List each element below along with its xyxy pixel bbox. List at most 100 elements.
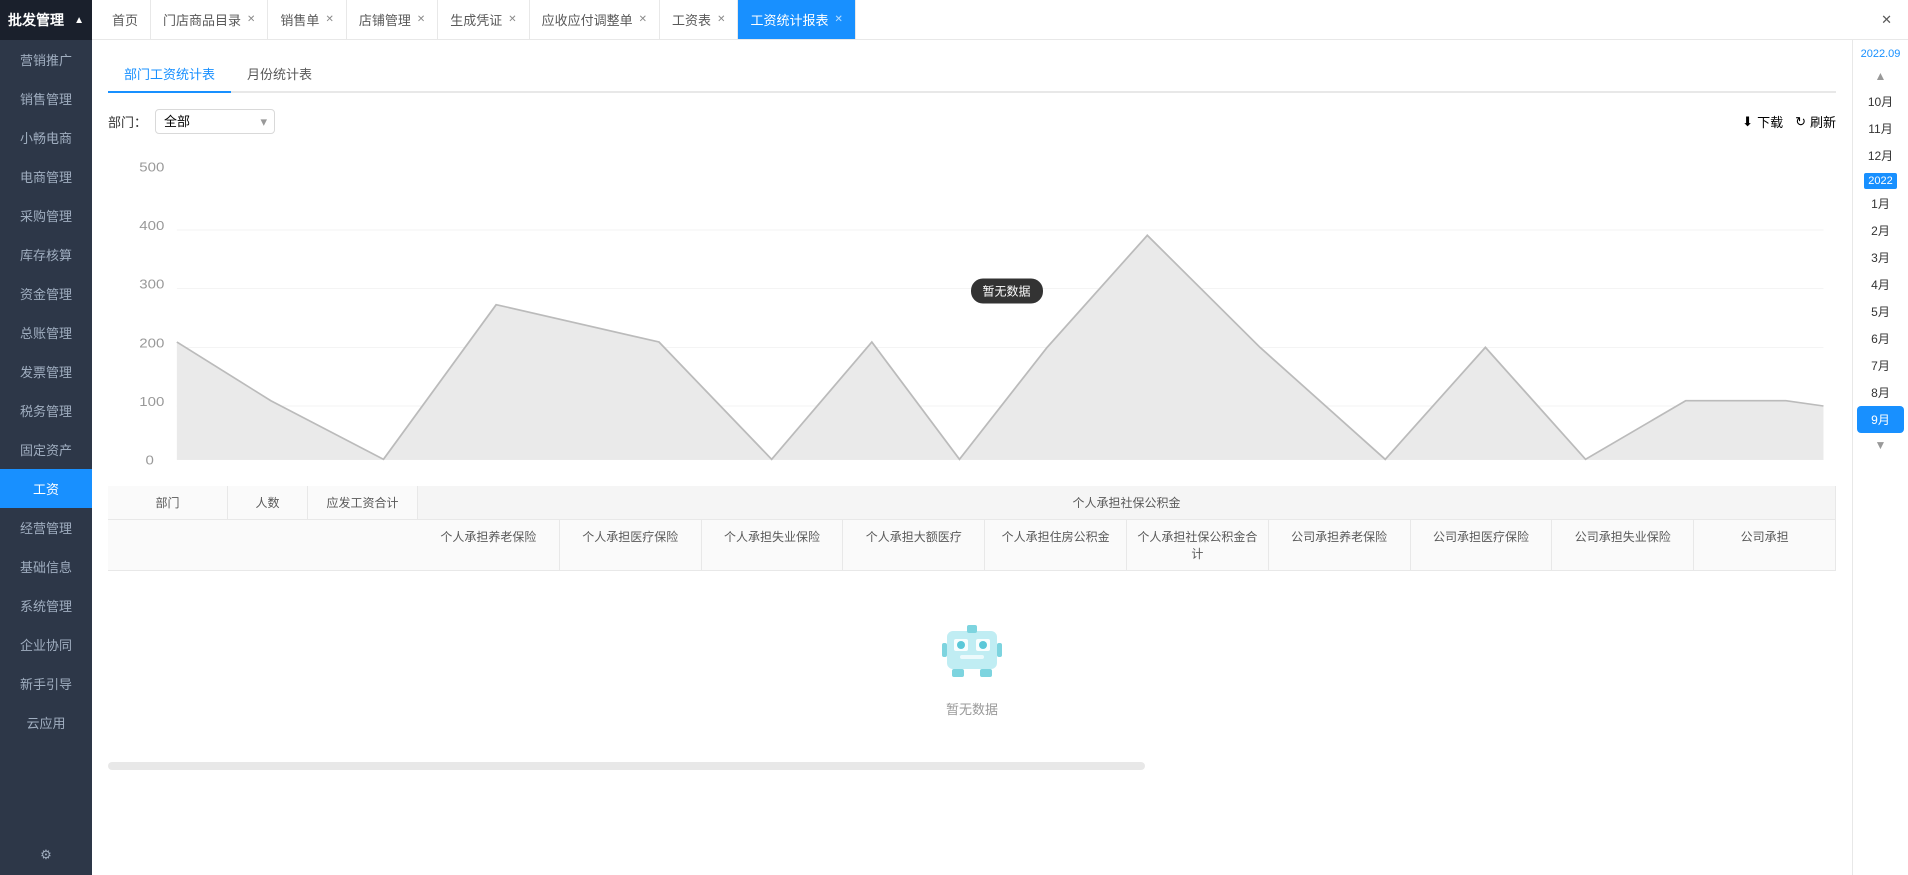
refresh-label: 刷新 [1810,112,1836,131]
sidebar-item-经营管理[interactable]: 经营管理 [0,508,92,547]
sub-col-3: 个人承担大额医疗 [843,520,985,570]
sidebar-item-基础信息[interactable]: 基础信息 [0,547,92,586]
tab-close-店铺管理[interactable]: ✕ [417,14,425,25]
refresh-icon: ↻ [1795,114,1806,130]
tab-生成凭证[interactable]: 生成凭证✕ [438,0,529,40]
main-content: 部门工资统计表 月份统计表 部门： 全部 ⬇ 下载 [92,40,1852,875]
sidebar-item-电商管理[interactable]: 电商管理 [0,157,92,196]
next-year-arrow[interactable]: ▼ [1869,433,1893,457]
content-area: 部门工资统计表 月份统计表 部门： 全部 ⬇ 下载 [92,40,1908,875]
horizontal-scrollbar[interactable] [108,762,1145,770]
col-group-personal: 个人承担社保公积金 [418,486,1836,519]
prev-year-arrow[interactable]: ▲ [1869,64,1893,88]
tab-店铺管理[interactable]: 店铺管理✕ [347,0,438,40]
sidebar-title: 批发管理 [8,10,64,30]
month-6[interactable]: 6月 [1853,325,1908,352]
svg-text:500: 500 [139,159,164,174]
col-count: 人数 [228,486,308,519]
tab-销售单[interactable]: 销售单✕ [268,0,346,40]
download-icon: ⬇ [1742,114,1753,130]
sidebar-item-资金管理[interactable]: 资金管理 [0,274,92,313]
sidebar: 批发管理 ▲ 营销推广销售管理小畅电商电商管理采购管理库存核算资金管理总账管理发… [0,0,92,875]
toolbar: 部门： 全部 [108,109,275,134]
month-1[interactable]: 1月 [1853,190,1908,217]
sidebar-item-云应用[interactable]: 云应用 [0,703,92,742]
tab-close-销售单[interactable]: ✕ [325,14,333,25]
sidebar-item-发票管理[interactable]: 发票管理 [0,352,92,391]
main-area: 首页门店商品目录✕销售单✕店铺管理✕生成凭证✕应收应付调整单✕工资表✕工资统计报… [92,0,1908,875]
tab-close-工资统计报表[interactable]: ✕ [834,14,842,25]
sidebar-header[interactable]: 批发管理 ▲ [0,0,92,40]
month-5[interactable]: 5月 [1853,298,1908,325]
download-label: 下载 [1757,112,1783,131]
month-2[interactable]: 2月 [1853,217,1908,244]
sidebar-item-新手引导[interactable]: 新手引导 [0,664,92,703]
settings-button[interactable]: ⚙ [0,835,92,875]
no-data-text: 暂无数据 [946,699,998,718]
tab-close-应收应付调整单[interactable]: ✕ [639,14,647,25]
svg-text:0: 0 [146,453,155,468]
month-10[interactable]: 10月 [1853,88,1908,115]
dept-select-wrapper: 全部 [155,109,275,134]
tab-门店商品目录[interactable]: 门店商品目录✕ [151,0,268,40]
dept-label: 部门： [108,112,147,131]
sidebar-item-小畅电商[interactable]: 小畅电商 [0,118,92,157]
sub-col-5: 个人承担社保公积金合计 [1127,520,1269,570]
tab-monthly-stats[interactable]: 月份统计表 [231,56,328,93]
sidebar-item-库存核算[interactable]: 库存核算 [0,235,92,274]
sub-col-9: 公司承担 [1694,520,1836,570]
sidebar-item-销售管理[interactable]: 销售管理 [0,79,92,118]
sidebar-item-总账管理[interactable]: 总账管理 [0,313,92,352]
no-data-area: 暂无数据 [108,571,1836,758]
sub-col-6: 公司承担养老保险 [1269,520,1411,570]
sidebar-item-采购管理[interactable]: 采购管理 [0,196,92,235]
svg-text:200: 200 [139,335,164,350]
refresh-button[interactable]: ↻ 刷新 [1795,112,1836,131]
sub-col-7: 公司承担医疗保险 [1411,520,1553,570]
month-9[interactable]: 9月 [1857,406,1904,433]
close-all-icon[interactable]: ✕ [1873,8,1900,32]
month-7[interactable]: 7月 [1853,352,1908,379]
table-container: 部门 人数 应发工资合计 个人承担社保公积金 个人承担养老保险 个人承担医疗保险… [108,486,1836,758]
sub-col-2: 个人承担失业保险 [702,520,844,570]
year-display[interactable]: 2022.09 [1861,44,1901,64]
chart-svg: 0 100 200 300 400 500 [108,150,1836,470]
tab-close-生成凭证[interactable]: ✕ [508,14,516,25]
year-badge[interactable]: 2022 [1864,172,1896,187]
month-4[interactable]: 4月 [1853,271,1908,298]
sub-col-0: 个人承担养老保险 [418,520,560,570]
month-11[interactable]: 11月 [1853,115,1908,142]
month-12[interactable]: 12月 [1853,142,1908,169]
sidebar-toggle-icon[interactable]: ▲ [74,15,84,26]
tab-工资统计报表[interactable]: 工资统计报表✕ [738,0,855,40]
no-data-icon [932,611,1012,691]
tab-actions: ✕ [1873,8,1900,32]
month-8[interactable]: 8月 [1853,379,1908,406]
table-header-row1: 部门 人数 应发工资合计 个人承担社保公积金 [108,486,1836,520]
sidebar-item-系统管理[interactable]: 系统管理 [0,586,92,625]
sidebar-item-税务管理[interactable]: 税务管理 [0,391,92,430]
sub-col-8: 公司承担失业保险 [1552,520,1694,570]
tab-close-门店商品目录[interactable]: ✕ [247,14,255,25]
sub-tabs: 部门工资统计表 月份统计表 [108,56,1836,93]
download-button[interactable]: ⬇ 下载 [1742,112,1783,131]
tab-应收应付调整单[interactable]: 应收应付调整单✕ [530,0,660,40]
sidebar-item-企业协同[interactable]: 企业协同 [0,625,92,664]
tab-bar: 首页门店商品目录✕销售单✕店铺管理✕生成凭证✕应收应付调整单✕工资表✕工资统计报… [92,0,1908,40]
data-table: 部门 人数 应发工资合计 个人承担社保公积金 个人承担养老保险 个人承担医疗保险… [108,486,1836,758]
svg-text:300: 300 [139,277,164,292]
dept-select[interactable]: 全部 [155,109,275,134]
sidebar-item-工资[interactable]: 工资 [0,469,92,508]
sidebar-item-固定资产[interactable]: 固定资产 [0,430,92,469]
month-3[interactable]: 3月 [1853,244,1908,271]
table-header-row2: 个人承担养老保险 个人承担医疗保险 个人承担失业保险 个人承担大额医疗 个人承担… [108,520,1836,571]
sidebar-item-营销推广[interactable]: 营销推广 [0,40,92,79]
tab-dept-stats[interactable]: 部门工资统计表 [108,56,231,93]
tab-首页[interactable]: 首页 [100,0,151,40]
sub-col-1: 个人承担医疗保险 [560,520,702,570]
tab-工资表[interactable]: 工资表✕ [660,0,738,40]
svg-text:100: 100 [139,394,164,409]
tab-close-工资表[interactable]: ✕ [717,14,725,25]
date-picker-panel: 2022.09 ▲ 10月 11月 12月 2022 1月 2月 3月 4月 5… [1852,40,1908,875]
col-total-wage: 应发工资合计 [308,486,418,519]
